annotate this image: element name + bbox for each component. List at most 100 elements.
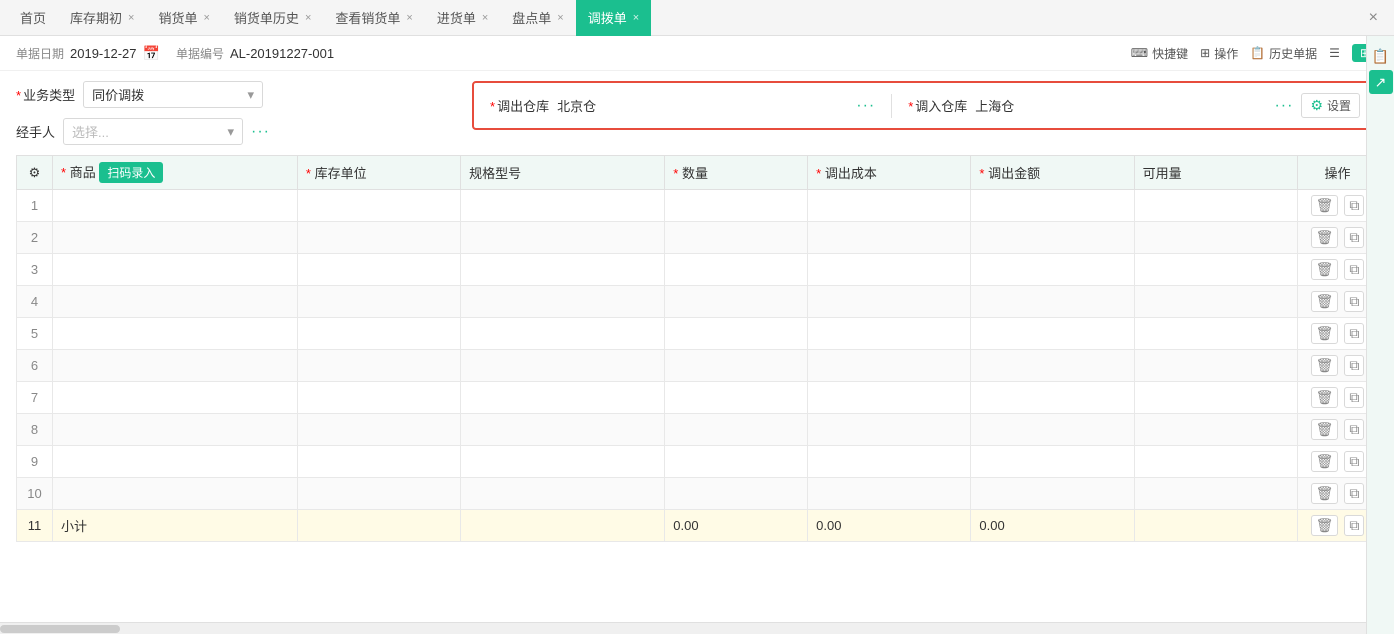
delete-button[interactable]: 🗑 xyxy=(1311,515,1339,536)
qty-cell[interactable] xyxy=(665,478,808,510)
copy-button[interactable]: ⧉ xyxy=(1344,483,1364,504)
copy-button[interactable]: ⧉ xyxy=(1344,387,1364,408)
tab-home[interactable]: 首页 xyxy=(8,0,58,36)
amount-cell[interactable] xyxy=(971,478,1134,510)
product-cell[interactable] xyxy=(53,478,298,510)
product-cell[interactable] xyxy=(53,318,298,350)
calendar-icon[interactable]: 📅 xyxy=(143,45,160,62)
qty-cell[interactable] xyxy=(665,190,808,222)
copy-button[interactable]: ⧉ xyxy=(1344,419,1364,440)
delete-button[interactable]: 🗑 xyxy=(1311,227,1339,248)
amount-cell[interactable] xyxy=(971,190,1134,222)
window-close-button[interactable]: × xyxy=(1361,9,1386,27)
amount-cell[interactable] xyxy=(971,382,1134,414)
history-button[interactable]: 📋 历史单据 xyxy=(1250,45,1317,62)
spec-cell[interactable] xyxy=(461,318,665,350)
scroll-bar[interactable] xyxy=(0,622,1366,634)
unit-cell[interactable] xyxy=(297,382,460,414)
amount-cell[interactable] xyxy=(971,222,1134,254)
unit-cell[interactable] xyxy=(297,190,460,222)
delete-button[interactable]: 🗑 xyxy=(1311,483,1339,504)
delete-button[interactable]: 🗑 xyxy=(1311,419,1339,440)
product-cell[interactable] xyxy=(53,254,298,286)
amount-cell[interactable] xyxy=(971,350,1134,382)
delete-button[interactable]: 🗑 xyxy=(1311,259,1339,280)
delete-button[interactable]: 🗑 xyxy=(1311,195,1339,216)
qty-cell[interactable] xyxy=(665,350,808,382)
tab-close-icon[interactable]: × xyxy=(203,12,209,24)
cost-cell[interactable] xyxy=(808,286,971,318)
tab-view-sales[interactable]: 查看销货单 × xyxy=(323,0,424,36)
qty-cell[interactable] xyxy=(665,414,808,446)
cost-cell[interactable] xyxy=(808,254,971,286)
unit-cell[interactable] xyxy=(297,286,460,318)
amount-cell[interactable] xyxy=(971,318,1134,350)
cost-cell[interactable] xyxy=(808,222,971,254)
tab-close-icon[interactable]: × xyxy=(557,12,563,24)
copy-button[interactable]: ⧉ xyxy=(1344,291,1364,312)
cost-cell[interactable] xyxy=(808,414,971,446)
scan-button[interactable]: 扫码录入 xyxy=(99,162,163,183)
sidebar-list-icon[interactable]: 📋 xyxy=(1369,44,1393,68)
copy-button[interactable]: ⧉ xyxy=(1344,323,1364,344)
copy-button[interactable]: ⧉ xyxy=(1344,195,1364,216)
product-cell[interactable] xyxy=(53,350,298,382)
unit-cell[interactable] xyxy=(297,222,460,254)
qty-cell[interactable] xyxy=(665,254,808,286)
qty-cell[interactable] xyxy=(665,286,808,318)
spec-cell[interactable] xyxy=(461,350,665,382)
delete-button[interactable]: 🗑 xyxy=(1311,451,1339,472)
sidebar-expand-icon[interactable]: ↗ xyxy=(1369,70,1393,94)
gear-col-header[interactable]: ⚙ xyxy=(17,156,53,190)
product-cell[interactable] xyxy=(53,190,298,222)
spec-cell[interactable] xyxy=(461,478,665,510)
tab-purchase-order[interactable]: 进货单 × xyxy=(425,0,500,36)
product-cell[interactable] xyxy=(53,222,298,254)
qty-cell[interactable] xyxy=(665,446,808,478)
delete-button[interactable]: 🗑 xyxy=(1311,387,1339,408)
cost-cell[interactable] xyxy=(808,350,971,382)
unit-cell[interactable] xyxy=(297,414,460,446)
tab-transfer[interactable]: 调拨单 × xyxy=(576,0,651,36)
spec-cell[interactable] xyxy=(461,446,665,478)
list-view-button[interactable]: ☰ xyxy=(1329,46,1340,60)
delete-button[interactable]: 🗑 xyxy=(1311,323,1339,344)
product-cell[interactable] xyxy=(53,286,298,318)
tab-sales-order[interactable]: 销货单 × xyxy=(146,0,221,36)
tab-inventory-init[interactable]: 库存期初 × xyxy=(58,0,146,36)
spec-cell[interactable] xyxy=(461,414,665,446)
copy-button[interactable]: ⧉ xyxy=(1344,515,1364,536)
copy-button[interactable]: ⧉ xyxy=(1344,355,1364,376)
product-cell[interactable] xyxy=(53,382,298,414)
business-type-dropdown[interactable]: 同价调拨 ▾ xyxy=(83,81,263,108)
amount-cell[interactable] xyxy=(971,446,1134,478)
spec-cell[interactable] xyxy=(461,190,665,222)
delete-button[interactable]: 🗑 xyxy=(1311,355,1339,376)
transfer-in-more-button[interactable]: ··· xyxy=(1274,97,1293,115)
copy-button[interactable]: ⧉ xyxy=(1344,227,1364,248)
delete-button[interactable]: 🗑 xyxy=(1311,291,1339,312)
amount-cell[interactable] xyxy=(971,286,1134,318)
handler-dropdown[interactable]: 选择... ▾ xyxy=(63,118,243,145)
tab-sales-history[interactable]: 销货单历史 × xyxy=(222,0,323,36)
product-cell[interactable] xyxy=(53,414,298,446)
settings-button[interactable]: ⚙ 设置 xyxy=(1301,93,1360,118)
cost-cell[interactable] xyxy=(808,318,971,350)
product-cell[interactable] xyxy=(53,446,298,478)
unit-cell[interactable] xyxy=(297,318,460,350)
spec-cell[interactable] xyxy=(461,222,665,254)
tab-close-icon[interactable]: × xyxy=(482,12,488,24)
amount-cell[interactable] xyxy=(971,254,1134,286)
shortcuts-button[interactable]: ⌨ 快捷键 xyxy=(1131,45,1188,62)
cost-cell[interactable] xyxy=(808,190,971,222)
qty-cell[interactable] xyxy=(665,222,808,254)
qty-cell[interactable] xyxy=(665,382,808,414)
copy-button[interactable]: ⧉ xyxy=(1344,451,1364,472)
cost-cell[interactable] xyxy=(808,382,971,414)
spec-cell[interactable] xyxy=(461,382,665,414)
handler-more-button[interactable]: ··· xyxy=(251,123,270,141)
tab-stocktaking[interactable]: 盘点单 × xyxy=(500,0,575,36)
unit-cell[interactable] xyxy=(297,446,460,478)
cost-cell[interactable] xyxy=(808,478,971,510)
unit-cell[interactable] xyxy=(297,254,460,286)
